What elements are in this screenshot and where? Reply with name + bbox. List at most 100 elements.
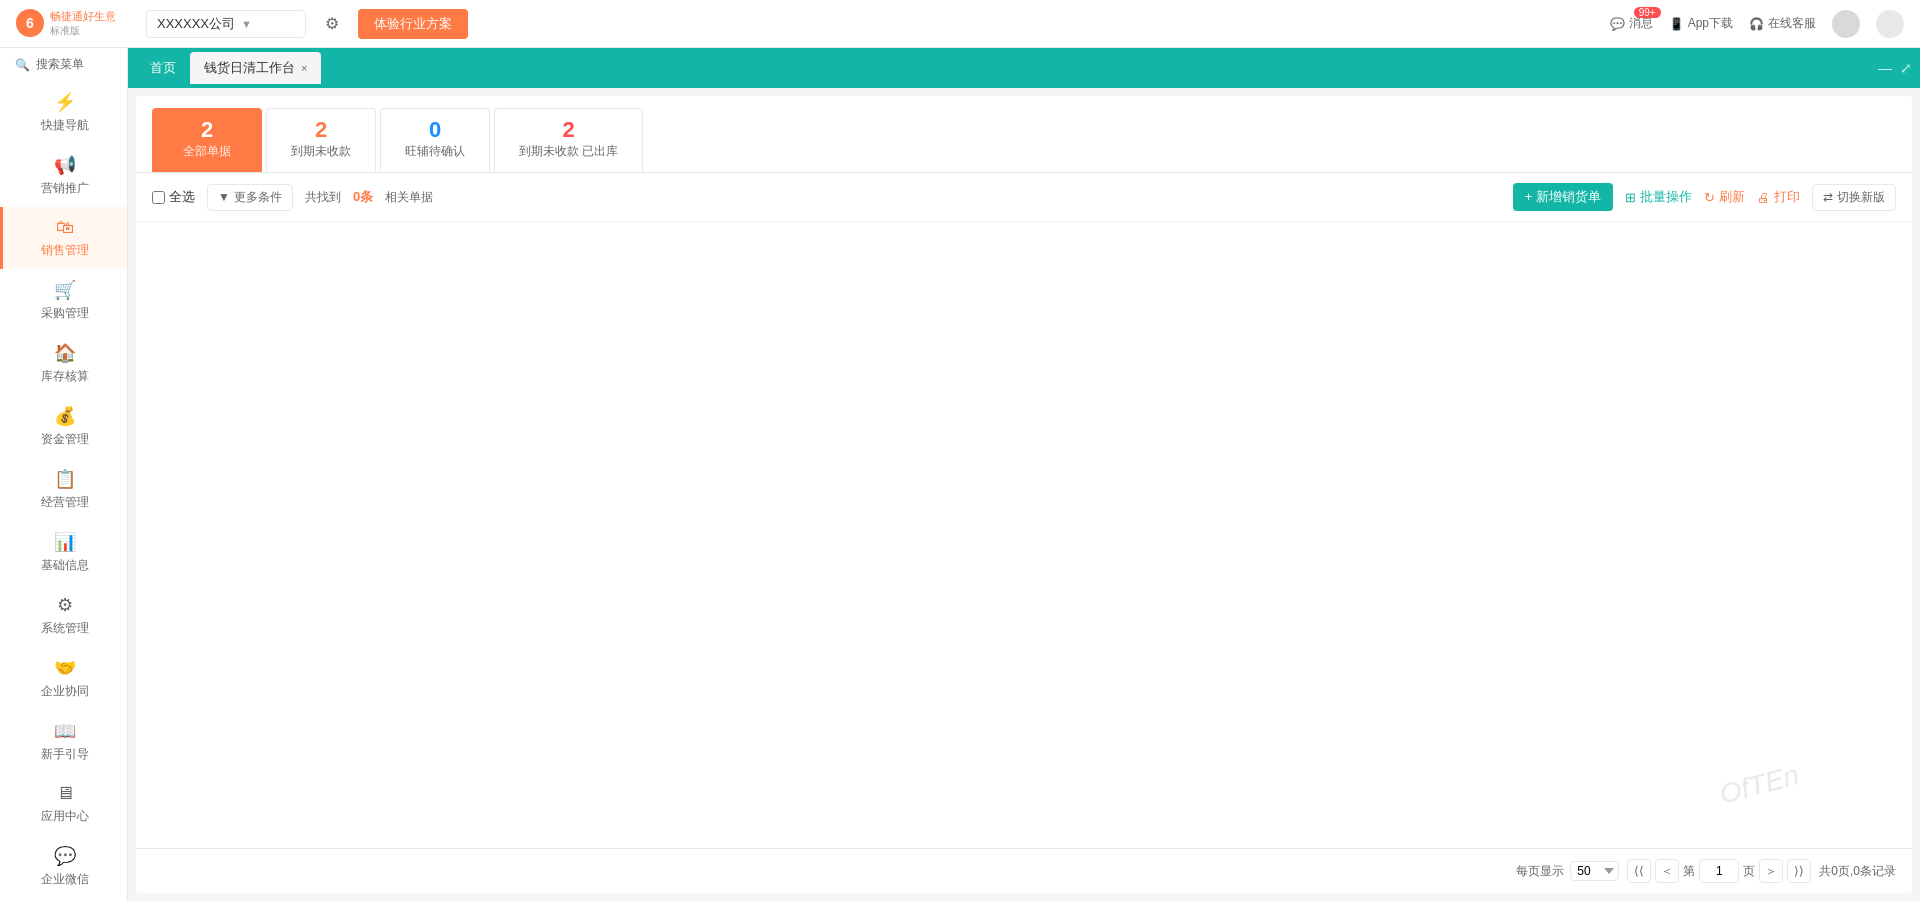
marketing-icon: 📢 bbox=[54, 154, 76, 176]
app-label: App下载 bbox=[1688, 15, 1733, 32]
avatar2[interactable] bbox=[1876, 10, 1904, 38]
stat-tab-shipped[interactable]: 2 到期未收款 已出库 bbox=[494, 108, 643, 172]
tab-close-icon[interactable]: × bbox=[301, 62, 307, 74]
batch-label: 批量操作 bbox=[1640, 188, 1692, 206]
sidebar-item-apps[interactable]: 🖥 应用中心 bbox=[0, 773, 127, 835]
sidebar-item-system[interactable]: ⚙ 系统管理 bbox=[0, 584, 127, 647]
stat-tab-all[interactable]: 2 全部单据 bbox=[152, 108, 262, 172]
stat-label-shipped: 到期未收款 已出库 bbox=[519, 143, 618, 160]
next-page-button[interactable]: ＞ bbox=[1759, 859, 1783, 883]
footer-pagination: 每页显示 50 20 100 ⟨⟨ ＜ 第 页 ＞ bbox=[136, 848, 1912, 893]
page-label: 第 bbox=[1683, 863, 1695, 880]
sidebar-label-system: 系统管理 bbox=[41, 620, 89, 637]
select-all-checkbox[interactable]: 全选 bbox=[152, 188, 195, 206]
sidebar-item-quick-nav[interactable]: ⚡ 快捷导航 bbox=[0, 81, 127, 144]
found-prefix: 共找到 bbox=[305, 189, 341, 206]
per-page-select[interactable]: 50 20 100 bbox=[1570, 861, 1619, 881]
toolbar: 全选 ▼ 更多条件 共找到 0条 相关单据 + 新增销货单 ⊞ 批量操作 bbox=[136, 173, 1912, 222]
message-button[interactable]: 💬 消息 99+ bbox=[1610, 15, 1653, 32]
print-label: 打印 bbox=[1774, 188, 1800, 206]
sidebar-label-quick-nav: 快捷导航 bbox=[41, 117, 89, 134]
tab-bar: 首页 钱货日清工作台 × — ⤢ bbox=[128, 48, 1920, 88]
tab-expand-icon[interactable]: ⤢ bbox=[1900, 60, 1912, 76]
logo-text-group: 畅捷通好生意 标准版 bbox=[50, 9, 116, 37]
sidebar-item-wechat[interactable]: 💬 企业微信 bbox=[0, 835, 127, 898]
sidebar: 🔍 搜索菜单 ⚡ 快捷导航 📢 营销推广 🛍 销售管理 🛒 采购管理 🏠 库存核… bbox=[0, 48, 128, 901]
sidebar-item-guide[interactable]: 📖 新手引导 bbox=[0, 710, 127, 773]
prev-page-button[interactable]: ＜ bbox=[1655, 859, 1679, 883]
search-menu-button[interactable]: 🔍 搜索菜单 bbox=[0, 48, 127, 81]
page-input[interactable] bbox=[1699, 859, 1739, 883]
avatar[interactable] bbox=[1832, 10, 1860, 38]
last-page-button[interactable]: ⟩⟩ bbox=[1787, 859, 1811, 883]
page-suffix: 页 bbox=[1743, 863, 1755, 880]
online-service-button[interactable]: 🎧 在线客服 bbox=[1749, 15, 1816, 32]
sidebar-item-purchase[interactable]: 🛒 采购管理 bbox=[0, 269, 127, 332]
sidebar-item-basics[interactable]: 📊 基础信息 bbox=[0, 521, 127, 584]
sidebar-item-inventory[interactable]: 🏠 库存核算 bbox=[0, 332, 127, 395]
print-icon: 🖨 bbox=[1757, 190, 1770, 205]
tab-workbench-label: 钱货日清工作台 bbox=[204, 59, 295, 77]
stat-num-wangpu: 0 bbox=[429, 117, 441, 143]
logo-icon: 6 bbox=[16, 9, 44, 37]
settings-button[interactable]: ⚙ bbox=[316, 8, 348, 40]
sidebar-label-purchase: 采购管理 bbox=[41, 305, 89, 322]
operations-icon: 📋 bbox=[54, 468, 76, 490]
guide-icon: 📖 bbox=[54, 720, 76, 742]
batch-operation-button[interactable]: ⊞ 批量操作 bbox=[1625, 188, 1692, 206]
switch-icon: ⇄ bbox=[1823, 190, 1833, 204]
app-download-button[interactable]: 📱 App下载 bbox=[1669, 15, 1733, 32]
trial-button[interactable]: 体验行业方案 bbox=[358, 9, 468, 39]
apps-icon: 🖥 bbox=[56, 783, 74, 804]
main-layout: 🔍 搜索菜单 ⚡ 快捷导航 📢 营销推广 🛍 销售管理 🛒 采购管理 🏠 库存核… bbox=[0, 48, 1920, 901]
sidebar-label-basics: 基础信息 bbox=[41, 557, 89, 574]
sidebar-label-operations: 经营管理 bbox=[41, 494, 89, 511]
tab-home[interactable]: 首页 bbox=[136, 52, 190, 84]
search-menu-label: 搜索菜单 bbox=[36, 56, 84, 73]
sidebar-item-marketing[interactable]: 📢 营销推广 bbox=[0, 144, 127, 207]
main-content: 首页 钱货日清工作台 × — ⤢ 2 全部单据 bbox=[128, 48, 1920, 901]
sidebar-label-apps: 应用中心 bbox=[41, 808, 89, 825]
logo-name: 畅捷通好生意 bbox=[50, 9, 116, 23]
table-area bbox=[136, 222, 1912, 848]
dropdown-arrow-icon: ▼ bbox=[241, 18, 252, 30]
print-button[interactable]: 🖨 打印 bbox=[1757, 188, 1800, 206]
sidebar-label-sales: 销售管理 bbox=[41, 242, 89, 259]
stat-label-overdue: 到期未收款 bbox=[291, 143, 351, 160]
service-icon: 🎧 bbox=[1749, 17, 1764, 31]
switch-version-button[interactable]: ⇄ 切换新版 bbox=[1812, 184, 1896, 211]
stat-num-shipped: 2 bbox=[563, 117, 575, 143]
stat-label-all: 全部单据 bbox=[183, 143, 231, 160]
stat-num-all: 2 bbox=[201, 117, 213, 143]
header-right: 💬 消息 99+ 📱 App下载 🎧 在线客服 bbox=[1610, 10, 1904, 38]
sidebar-label-wechat: 企业微信 bbox=[41, 871, 89, 888]
inventory-icon: 🏠 bbox=[54, 342, 76, 364]
stat-num-overdue: 2 bbox=[315, 117, 327, 143]
purchase-icon: 🛒 bbox=[54, 279, 76, 301]
message-badge: 99+ bbox=[1634, 7, 1661, 18]
tab-home-label: 首页 bbox=[150, 59, 176, 77]
sidebar-item-operations[interactable]: 📋 经营管理 bbox=[0, 458, 127, 521]
top-header: 6 畅捷通好生意 标准版 XXXXXX公司 ▼ ⚙ 体验行业方案 💬 消息 99… bbox=[0, 0, 1920, 48]
refresh-button[interactable]: ↻ 刷新 bbox=[1704, 188, 1745, 206]
enterprise-icon: 🤝 bbox=[54, 657, 76, 679]
select-all-input[interactable] bbox=[152, 191, 165, 204]
sidebar-item-finance[interactable]: 💰 资金管理 bbox=[0, 395, 127, 458]
stat-tab-wangpu[interactable]: 0 旺辅待确认 bbox=[380, 108, 490, 172]
stat-label-wangpu: 旺辅待确认 bbox=[405, 143, 465, 160]
tab-workbench[interactable]: 钱货日清工作台 × bbox=[190, 52, 321, 84]
sidebar-item-sales[interactable]: 🛍 销售管理 bbox=[0, 207, 127, 269]
stat-tab-overdue[interactable]: 2 到期未收款 bbox=[266, 108, 376, 172]
message-icon: 💬 bbox=[1610, 17, 1625, 31]
select-all-label: 全选 bbox=[169, 188, 195, 206]
sidebar-item-enterprise[interactable]: 🤝 企业协同 bbox=[0, 647, 127, 710]
finance-icon: 💰 bbox=[54, 405, 76, 427]
first-page-button[interactable]: ⟨⟨ bbox=[1627, 859, 1651, 883]
toolbar-right: + 新增销货单 ⊞ 批量操作 ↻ 刷新 🖨 打印 bbox=[1513, 183, 1896, 211]
tab-minimize-icon[interactable]: — bbox=[1878, 60, 1892, 76]
company-selector[interactable]: XXXXXX公司 ▼ bbox=[146, 10, 306, 38]
filter-button[interactable]: ▼ 更多条件 bbox=[207, 184, 293, 211]
sidebar-label-marketing: 营销推广 bbox=[41, 180, 89, 197]
add-sale-order-button[interactable]: + 新增销货单 bbox=[1513, 183, 1613, 211]
filter-label: 更多条件 bbox=[234, 189, 282, 206]
